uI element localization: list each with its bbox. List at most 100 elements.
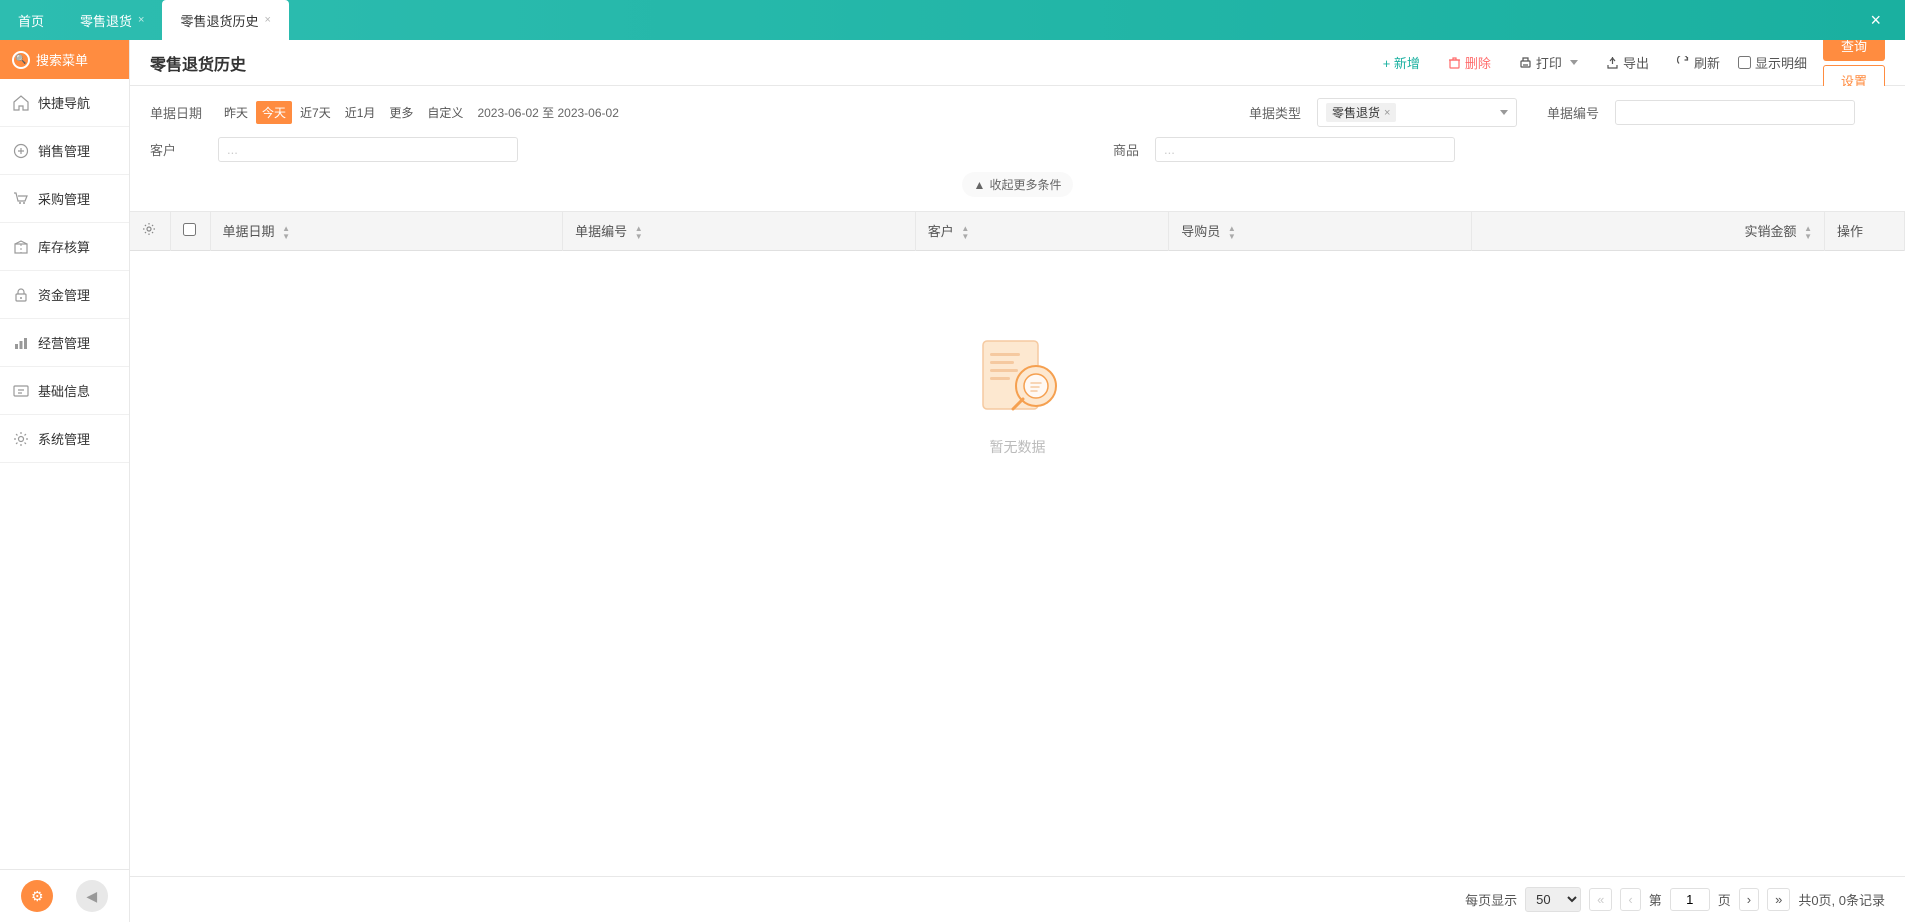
last-page-button[interactable]: » bbox=[1767, 888, 1790, 911]
query-button[interactable]: 查询 bbox=[1823, 40, 1885, 61]
display-detail-checkbox[interactable]: 显示明细 bbox=[1738, 53, 1807, 72]
next-page-button[interactable]: › bbox=[1739, 888, 1759, 911]
sidebar-item-system[interactable]: 系统管理 bbox=[0, 415, 129, 463]
per-page-select[interactable]: 50 20 100 bbox=[1525, 887, 1581, 912]
th-settings[interactable] bbox=[130, 212, 170, 250]
th-checkbox[interactable] bbox=[170, 212, 210, 250]
date-range-display: 2023-06-02 至 2023-06-02 bbox=[471, 102, 624, 123]
empty-icon bbox=[968, 331, 1068, 421]
date-btn-custom[interactable]: 自定义 bbox=[421, 101, 469, 124]
new-button[interactable]: + 新增 bbox=[1373, 48, 1430, 77]
home-icon bbox=[12, 94, 30, 112]
doc-number-label: 单据编号 bbox=[1547, 103, 1599, 122]
data-table: 单据日期 ▲ ▼ 单据编号 ▲ ▼ bbox=[130, 212, 1905, 251]
doc-type-tag-remove[interactable]: × bbox=[1384, 107, 1390, 119]
th-doc-number[interactable]: 单据编号 ▲ ▼ bbox=[563, 212, 916, 250]
main-layout: 🔍 搜索菜单 快捷导航 销售管理 bbox=[0, 40, 1905, 922]
sidebar-item-basic-info[interactable]: 基础信息 bbox=[0, 367, 129, 415]
collapse-button[interactable]: ▲ 收起更多条件 bbox=[962, 172, 1074, 197]
date-btn-more[interactable]: 更多 bbox=[383, 101, 419, 124]
delete-button[interactable]: 删除 bbox=[1438, 48, 1501, 77]
table-header-row: 单据日期 ▲ ▼ 单据编号 ▲ ▼ bbox=[130, 212, 1905, 250]
goods-label: 商品 bbox=[1113, 140, 1139, 159]
tab-home[interactable]: 首页 bbox=[0, 0, 62, 40]
empty-state: 暂无数据 bbox=[130, 251, 1905, 537]
goods-input[interactable] bbox=[1155, 137, 1455, 162]
info-icon bbox=[12, 382, 30, 400]
settings-bottom-button[interactable]: ⚙ bbox=[21, 880, 53, 912]
tab-retail-return-label: 零售退货 bbox=[80, 11, 132, 30]
sidebar-item-basic-info-label: 基础信息 bbox=[38, 381, 90, 400]
empty-text: 暂无数据 bbox=[990, 437, 1046, 457]
sidebar-bottom: ⚙ ◀ bbox=[0, 869, 129, 922]
date-btn-yesterday[interactable]: 昨天 bbox=[218, 101, 254, 124]
sound-bottom-button[interactable]: ◀ bbox=[76, 880, 108, 912]
page-suffix: 页 bbox=[1718, 890, 1731, 909]
box-icon bbox=[12, 238, 30, 256]
sidebar-item-purchase-mgmt[interactable]: 采购管理 bbox=[0, 175, 129, 223]
export-button[interactable]: 导出 bbox=[1596, 48, 1659, 77]
sidebar-item-finance[interactable]: 资金管理 bbox=[0, 271, 129, 319]
sidebar-item-inventory-label: 库存核算 bbox=[38, 237, 90, 256]
filter-row-2: 客户 商品 bbox=[150, 137, 1885, 162]
tab-bar: 首页 零售退货 × 零售退货历史 × bbox=[0, 0, 1862, 40]
lock-icon bbox=[12, 286, 30, 304]
sidebar-item-sales-mgmt[interactable]: 销售管理 bbox=[0, 127, 129, 175]
tag-icon bbox=[12, 142, 30, 160]
guide-sort: ▲ ▼ bbox=[1228, 225, 1236, 241]
page-number-input[interactable] bbox=[1670, 888, 1710, 911]
tab-retail-return-close[interactable]: × bbox=[138, 14, 144, 26]
gear-icon bbox=[12, 430, 30, 448]
prev-page-button[interactable]: ‹ bbox=[1620, 888, 1640, 911]
customer-input[interactable] bbox=[218, 137, 518, 162]
th-guide[interactable]: 导购员 ▲ ▼ bbox=[1169, 212, 1472, 250]
tab-retail-return-history-close[interactable]: × bbox=[264, 14, 270, 26]
print-button[interactable]: 打印 bbox=[1509, 48, 1588, 77]
date-btn-1month[interactable]: 近1月 bbox=[339, 101, 382, 124]
sidebar-item-quick-nav-label: 快捷导航 bbox=[38, 93, 90, 112]
sidebar-item-quick-nav[interactable]: 快捷导航 bbox=[0, 79, 129, 127]
pagination: 每页显示 50 20 100 « ‹ 第 页 › » 共0页, 0条记录 bbox=[130, 876, 1905, 922]
th-ops: 操作 bbox=[1825, 212, 1905, 250]
select-all-checkbox[interactable] bbox=[183, 223, 196, 236]
doc-number-filter-group: 单据编号 bbox=[1547, 100, 1855, 125]
th-amount[interactable]: 实销金额 ▲ ▼ bbox=[1472, 212, 1825, 250]
refresh-button[interactable]: 刷新 bbox=[1667, 48, 1730, 77]
doc-type-select[interactable]: 零售退货 × bbox=[1317, 98, 1517, 127]
total-label: 共0页, 0条记录 bbox=[1798, 890, 1885, 909]
tab-retail-return[interactable]: 零售退货 × bbox=[62, 0, 162, 40]
cart-icon bbox=[12, 190, 30, 208]
th-doc-date[interactable]: 单据日期 ▲ ▼ bbox=[210, 212, 563, 250]
sidebar-item-business-label: 经营管理 bbox=[38, 333, 90, 352]
doc-type-filter-group: 单据类型 零售退货 × bbox=[1249, 98, 1517, 127]
per-page-label: 每页显示 bbox=[1465, 890, 1517, 909]
customer-filter-label: 客户 bbox=[150, 140, 210, 159]
date-filter-label: 单据日期 bbox=[150, 103, 210, 122]
sidebar-item-inventory[interactable]: 库存核算 bbox=[0, 223, 129, 271]
tab-retail-return-history[interactable]: 零售退货历史 × bbox=[162, 0, 288, 40]
date-btn-7days[interactable]: 近7天 bbox=[294, 101, 337, 124]
tab-home-label: 首页 bbox=[18, 11, 44, 30]
sidebar-item-finance-label: 资金管理 bbox=[38, 285, 90, 304]
date-btn-today[interactable]: 今天 bbox=[256, 101, 292, 124]
print-icon bbox=[1519, 56, 1532, 69]
first-page-button[interactable]: « bbox=[1589, 888, 1612, 911]
sidebar-search[interactable]: 🔍 搜索菜单 bbox=[0, 40, 129, 79]
th-customer[interactable]: 客户 ▲ ▼ bbox=[915, 212, 1169, 250]
doc-type-chevron-icon bbox=[1500, 110, 1508, 115]
sidebar-item-business[interactable]: 经营管理 bbox=[0, 319, 129, 367]
doc-type-tag: 零售退货 × bbox=[1326, 103, 1396, 122]
th-amount-label: 实销金额 bbox=[1744, 224, 1796, 239]
goods-filter-group: 商品 bbox=[1113, 137, 1455, 162]
customer-sort: ▲ ▼ bbox=[961, 225, 969, 241]
page-label: 第 bbox=[1649, 890, 1662, 909]
amount-sort: ▲ ▼ bbox=[1804, 225, 1812, 241]
th-doc-date-label: 单据日期 bbox=[223, 224, 275, 239]
app-close-button[interactable]: × bbox=[1862, 6, 1889, 35]
display-detail-input[interactable] bbox=[1738, 56, 1751, 69]
page-title: 零售退货历史 bbox=[150, 51, 246, 75]
doc-number-input[interactable] bbox=[1615, 100, 1855, 125]
collapse-label: 收起更多条件 bbox=[989, 176, 1061, 193]
filter-row-1: 单据日期 昨天 今天 近7天 近1月 更多 自定义 2023-06-02 至 2… bbox=[150, 98, 1885, 127]
print-chevron-icon bbox=[1570, 60, 1578, 65]
